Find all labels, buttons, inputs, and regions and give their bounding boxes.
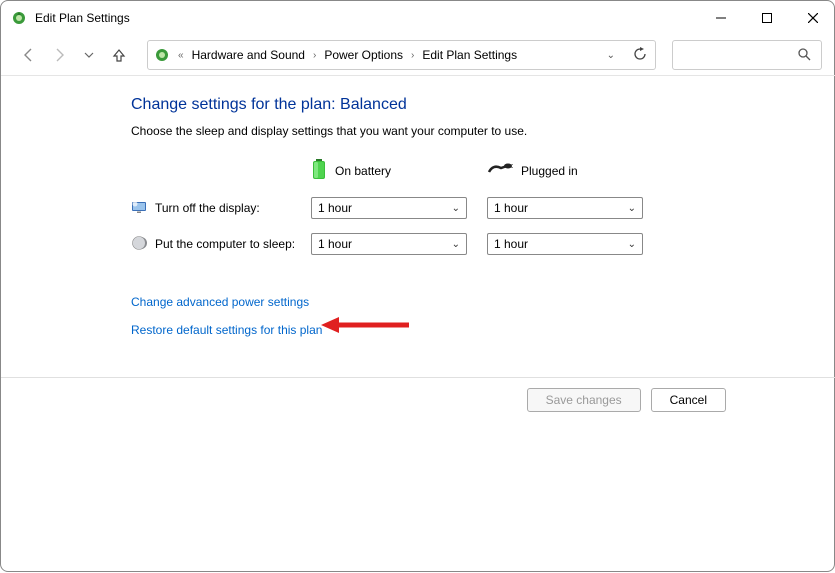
breadcrumb-item[interactable]: Edit Plan Settings bbox=[420, 46, 519, 64]
maximize-button[interactable] bbox=[744, 1, 790, 35]
power-options-icon bbox=[152, 47, 172, 63]
breadcrumb-item[interactable]: Hardware and Sound bbox=[190, 46, 307, 64]
links-section: Change advanced power settings Restore d… bbox=[131, 295, 835, 337]
advanced-settings-link[interactable]: Change advanced power settings bbox=[131, 295, 835, 309]
back-button[interactable] bbox=[15, 41, 43, 69]
select-value: 1 hour bbox=[318, 201, 352, 215]
address-bar[interactable]: « Hardware and Sound › Power Options › E… bbox=[147, 40, 656, 70]
chevron-right-icon: › bbox=[313, 50, 316, 61]
window-title: Edit Plan Settings bbox=[35, 11, 130, 25]
main-content: Change settings for the plan: Balanced C… bbox=[1, 76, 835, 337]
forward-button[interactable] bbox=[45, 41, 73, 69]
search-input[interactable] bbox=[672, 40, 822, 70]
breadcrumb: « Hardware and Sound › Power Options › E… bbox=[172, 46, 603, 64]
chevron-left-icon: « bbox=[178, 50, 184, 61]
page-title: Change settings for the plan: Balanced bbox=[131, 96, 835, 114]
chevron-down-icon: ⌄ bbox=[628, 239, 636, 250]
power-options-icon bbox=[11, 10, 27, 26]
up-button[interactable] bbox=[105, 41, 133, 69]
annotation-arrow-icon bbox=[321, 315, 411, 338]
select-value: 1 hour bbox=[318, 237, 352, 251]
chevron-down-icon: ⌄ bbox=[452, 239, 460, 250]
sleep-plugged-select[interactable]: 1 hour ⌄ bbox=[487, 233, 643, 255]
cancel-button[interactable]: Cancel bbox=[651, 388, 726, 412]
chevron-right-icon: › bbox=[411, 50, 414, 61]
settings-grid: On battery Plugged in Turn off the displ… bbox=[131, 158, 835, 255]
row-label-text: Put the computer to sleep: bbox=[155, 237, 295, 251]
close-button[interactable] bbox=[790, 1, 835, 35]
row-label-sleep: Put the computer to sleep: bbox=[131, 235, 311, 254]
sleep-icon bbox=[131, 235, 147, 254]
sleep-battery-select[interactable]: 1 hour ⌄ bbox=[311, 233, 467, 255]
footer-buttons: Save changes Cancel bbox=[1, 377, 835, 412]
chevron-down-icon: ⌄ bbox=[452, 203, 460, 214]
column-header-plugged: Plugged in bbox=[487, 162, 643, 179]
refresh-button[interactable] bbox=[633, 47, 647, 64]
breadcrumb-item[interactable]: Power Options bbox=[322, 46, 405, 64]
column-label: Plugged in bbox=[521, 164, 578, 178]
chevron-down-icon[interactable]: ⌄ bbox=[607, 50, 615, 61]
battery-icon bbox=[311, 158, 327, 183]
column-label: On battery bbox=[335, 164, 391, 178]
row-label-text: Turn off the display: bbox=[155, 201, 260, 215]
navigation-bar: « Hardware and Sound › Power Options › E… bbox=[1, 35, 835, 75]
search-icon bbox=[797, 47, 811, 64]
chevron-down-icon: ⌄ bbox=[628, 203, 636, 214]
restore-defaults-link[interactable]: Restore default settings for this plan bbox=[131, 323, 835, 337]
window-controls bbox=[698, 1, 835, 35]
row-label-display: Turn off the display: bbox=[131, 199, 311, 218]
recent-dropdown-button[interactable] bbox=[75, 41, 103, 69]
display-icon bbox=[131, 199, 147, 218]
display-battery-select[interactable]: 1 hour ⌄ bbox=[311, 197, 467, 219]
plug-icon bbox=[487, 162, 513, 179]
page-description: Choose the sleep and display settings th… bbox=[131, 124, 835, 138]
titlebar: Edit Plan Settings bbox=[1, 1, 835, 35]
minimize-button[interactable] bbox=[698, 1, 744, 35]
save-button: Save changes bbox=[527, 388, 641, 412]
select-value: 1 hour bbox=[494, 237, 528, 251]
select-value: 1 hour bbox=[494, 201, 528, 215]
display-plugged-select[interactable]: 1 hour ⌄ bbox=[487, 197, 643, 219]
column-header-battery: On battery bbox=[311, 158, 467, 183]
